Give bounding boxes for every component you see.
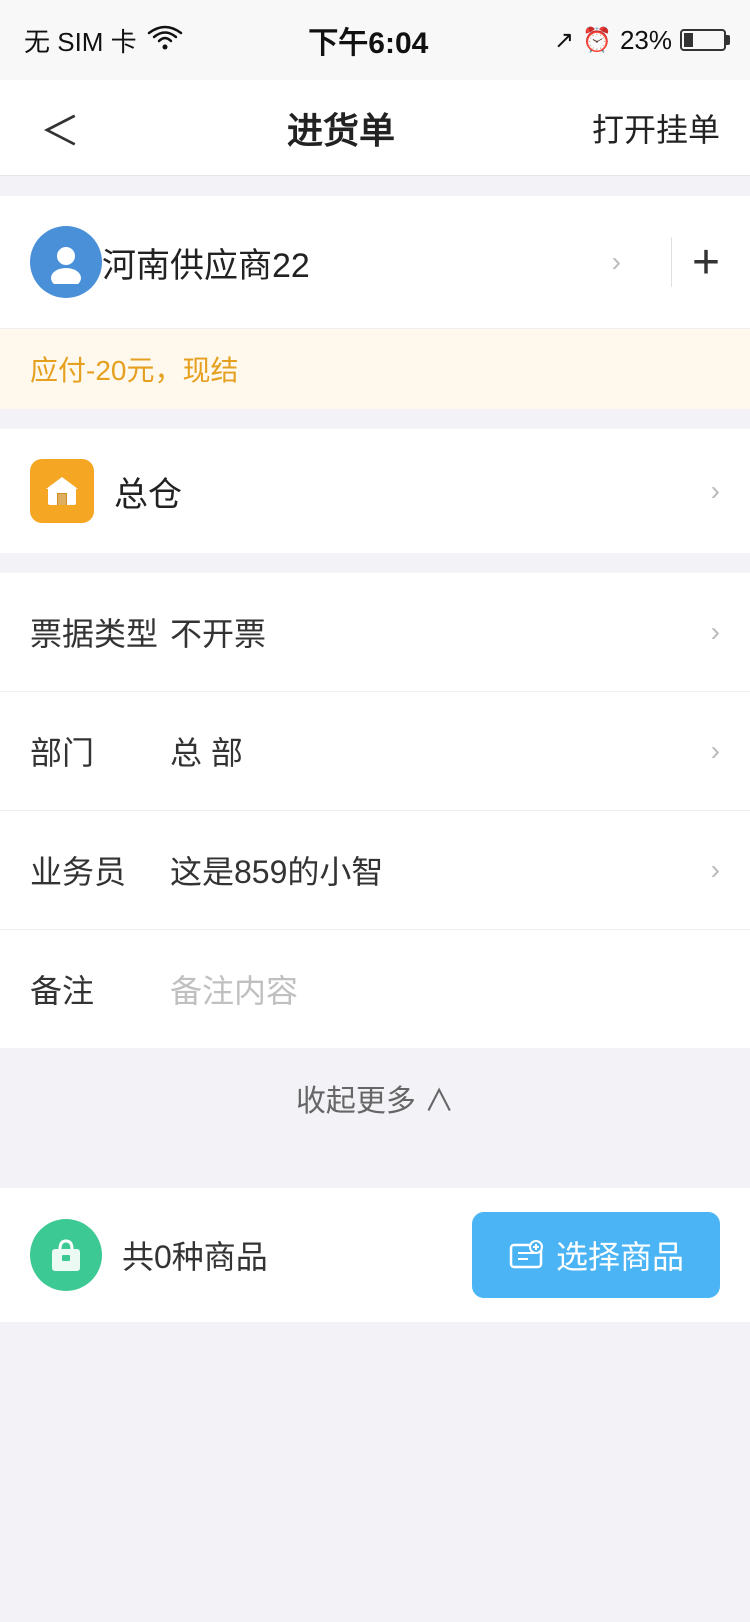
supplier-name: 河南供应商22 <box>102 238 612 287</box>
nav-bar: ＜ 进货单 打开挂单 <box>0 80 750 176</box>
notice-banner: 应付-20元，现结 <box>0 329 750 409</box>
dept-row[interactable]: 部门 总 部 › <box>0 691 750 810</box>
notice-text: 应付-20元，现结 <box>30 355 238 386</box>
page-title: 进货单 <box>287 102 395 154</box>
battery-icon <box>680 29 726 51</box>
divider-1 <box>0 409 750 429</box>
supplier-divider <box>671 237 672 287</box>
back-button[interactable]: ＜ <box>30 89 90 167</box>
warehouse-row[interactable]: 总仓 › <box>0 429 750 553</box>
warehouse-label: 总仓 <box>114 467 711 516</box>
product-row: 共0种商品 选择商品 <box>0 1188 750 1322</box>
supplier-card: 河南供应商22 › + 应付-20元，现结 <box>0 196 750 409</box>
collapse-button[interactable]: 收起更多 ∧ <box>0 1048 750 1148</box>
remark-row[interactable]: 备注 备注内容 <box>0 929 750 1048</box>
warehouse-card: 总仓 › <box>0 429 750 553</box>
supplier-chevron-icon: › <box>612 246 621 278</box>
invoice-type-value: 不开票 <box>170 609 711 655</box>
location-icon: ↗ <box>554 26 574 55</box>
supplier-avatar <box>30 226 102 298</box>
product-icon <box>30 1219 102 1291</box>
sales-chevron-icon: › <box>711 854 720 886</box>
sales-label: 业务员 <box>30 847 170 893</box>
bottom-fill <box>0 1322 750 1622</box>
invoice-type-row[interactable]: 票据类型 不开票 › <box>0 573 750 691</box>
add-supplier-button[interactable]: + <box>692 235 720 290</box>
status-right: ↗ ⏰ 23% <box>554 25 726 56</box>
warehouse-chevron-icon: › <box>711 475 720 507</box>
dept-value: 总 部 <box>170 728 711 774</box>
warehouse-icon <box>30 459 94 523</box>
select-product-button[interactable]: 选择商品 <box>472 1212 720 1298</box>
divider-2 <box>0 553 750 573</box>
invoice-chevron-icon: › <box>711 616 720 648</box>
dept-label: 部门 <box>30 728 170 774</box>
dept-chevron-icon: › <box>711 735 720 767</box>
sales-value: 这是859的小智 <box>170 847 711 893</box>
invoice-type-label: 票据类型 <box>30 609 170 655</box>
open-pending-button[interactable]: 打开挂单 <box>592 105 720 151</box>
status-bar: 无 SIM 卡 下午6:04 ↗ ⏰ 23% <box>0 0 750 80</box>
supplier-row[interactable]: 河南供应商22 › + <box>0 196 750 329</box>
battery-label: 23% <box>620 25 672 56</box>
remark-input[interactable]: 备注内容 <box>170 966 720 1012</box>
status-time: 下午6:04 <box>308 18 428 62</box>
select-product-label: 选择商品 <box>556 1232 684 1278</box>
sales-row[interactable]: 业务员 这是859的小智 › <box>0 810 750 929</box>
product-count: 共0种商品 <box>122 1232 472 1278</box>
top-divider <box>0 176 750 196</box>
form-card: 票据类型 不开票 › 部门 总 部 › 业务员 这是859的小智 › 备注 备注… <box>0 573 750 1048</box>
sim-label: 无 SIM 卡 <box>24 22 137 59</box>
divider-3 <box>0 1148 750 1168</box>
wifi-icon <box>147 24 183 57</box>
status-left: 无 SIM 卡 <box>24 22 183 59</box>
alarm-icon: ⏰ <box>582 26 612 55</box>
remark-label: 备注 <box>30 966 170 1012</box>
